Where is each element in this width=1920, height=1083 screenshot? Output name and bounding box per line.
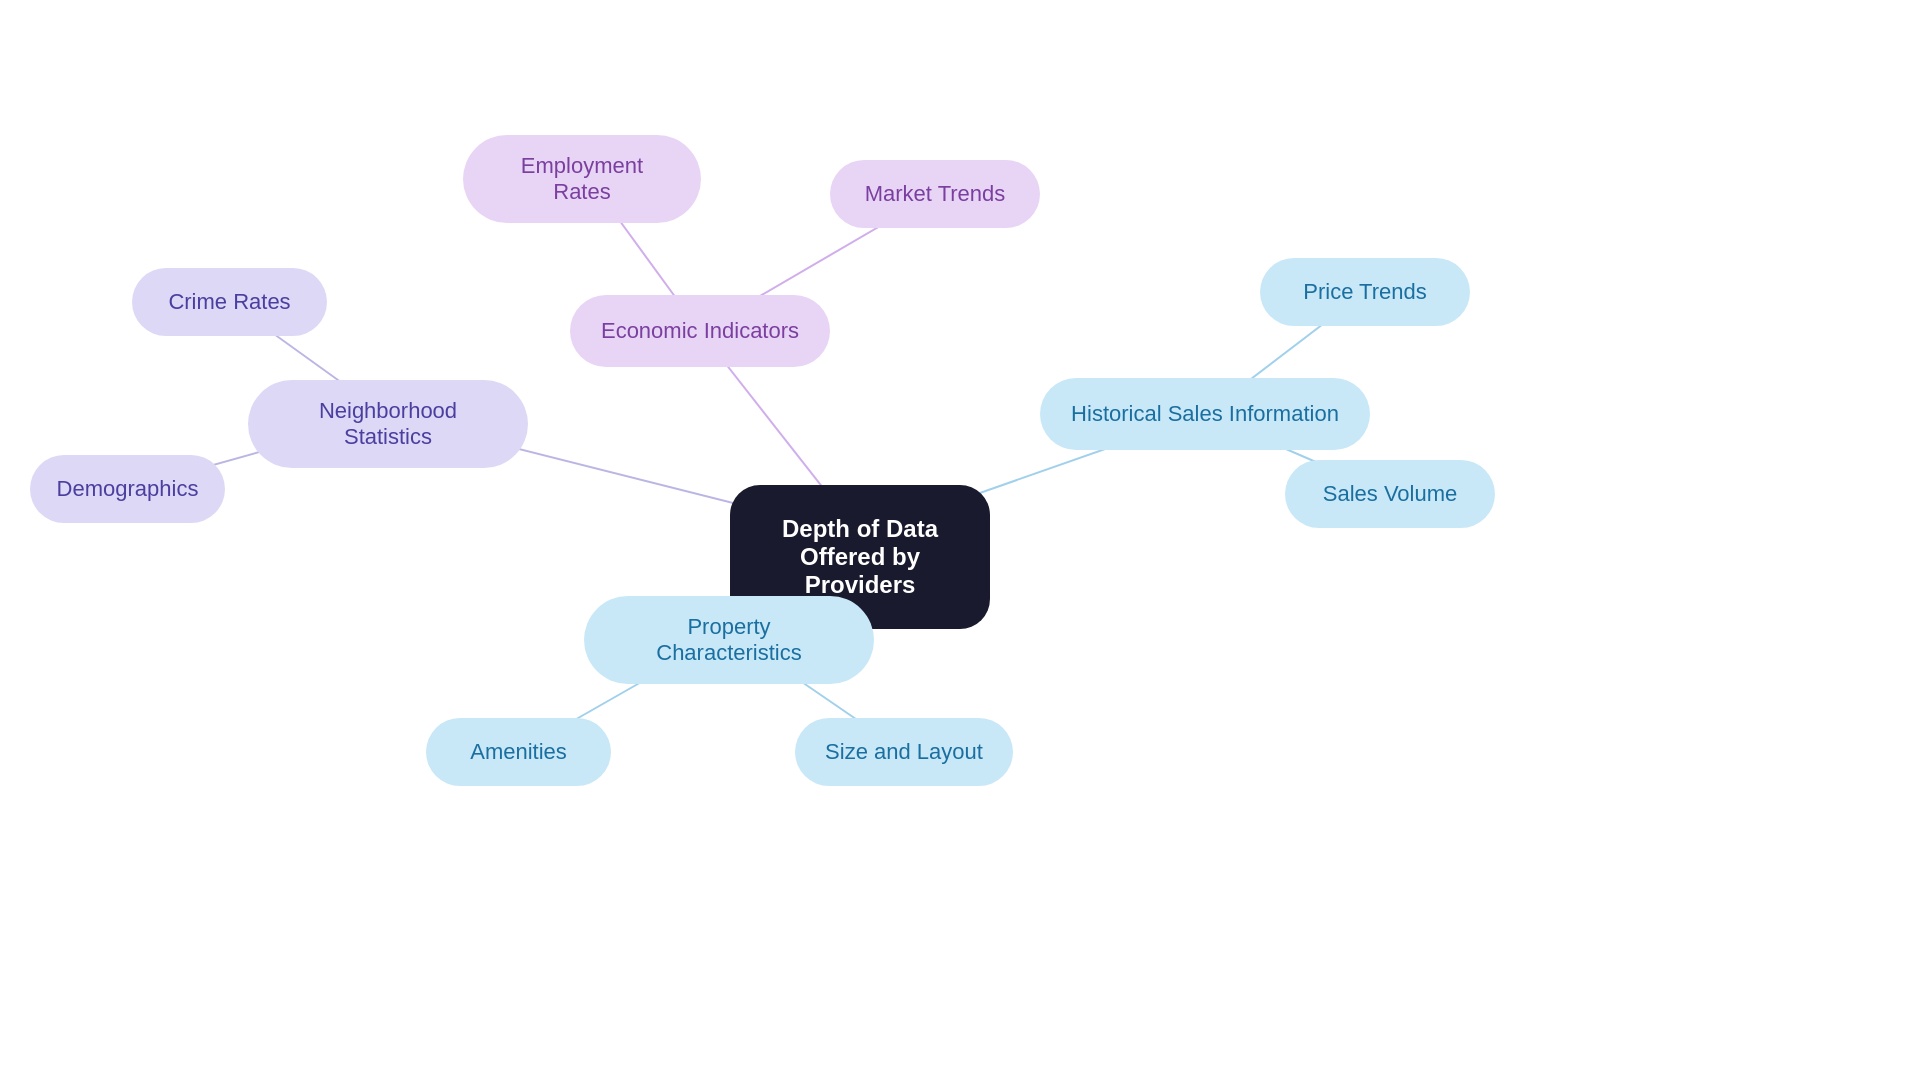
node-label-size_and_layout: Size and Layout (825, 739, 983, 765)
node-label-historical_sales: Historical Sales Information (1071, 401, 1339, 427)
node-employment_rates: Employment Rates (463, 135, 701, 223)
node-label-center: Depth of Data Offered by Providers (760, 515, 960, 599)
node-label-price_trends: Price Trends (1303, 279, 1427, 305)
node-label-economic_indicators: Economic Indicators (601, 318, 799, 344)
node-demographics: Demographics (30, 455, 225, 523)
node-crime_rates: Crime Rates (132, 268, 327, 336)
node-label-crime_rates: Crime Rates (168, 289, 290, 315)
node-property_characteristics: Property Characteristics (584, 596, 874, 684)
mind-map-diagram: Depth of Data Offered by Providers Econom… (0, 0, 1920, 1083)
node-label-employment_rates: Employment Rates (493, 153, 671, 205)
node-amenities: Amenities (426, 718, 611, 786)
node-price_trends: Price Trends (1260, 258, 1470, 326)
node-label-property_characteristics: Property Characteristics (614, 614, 844, 666)
node-market_trends: Market Trends (830, 160, 1040, 228)
node-economic_indicators: Economic Indicators (570, 295, 830, 367)
node-label-amenities: Amenities (470, 739, 567, 765)
node-neighborhood_statistics: Neighborhood Statistics (248, 380, 528, 468)
node-label-sales_volume: Sales Volume (1323, 481, 1458, 507)
node-historical_sales: Historical Sales Information (1040, 378, 1370, 450)
node-label-neighborhood_statistics: Neighborhood Statistics (278, 398, 498, 450)
node-label-market_trends: Market Trends (865, 181, 1006, 207)
node-sales_volume: Sales Volume (1285, 460, 1495, 528)
node-label-demographics: Demographics (57, 476, 199, 502)
node-size_and_layout: Size and Layout (795, 718, 1013, 786)
